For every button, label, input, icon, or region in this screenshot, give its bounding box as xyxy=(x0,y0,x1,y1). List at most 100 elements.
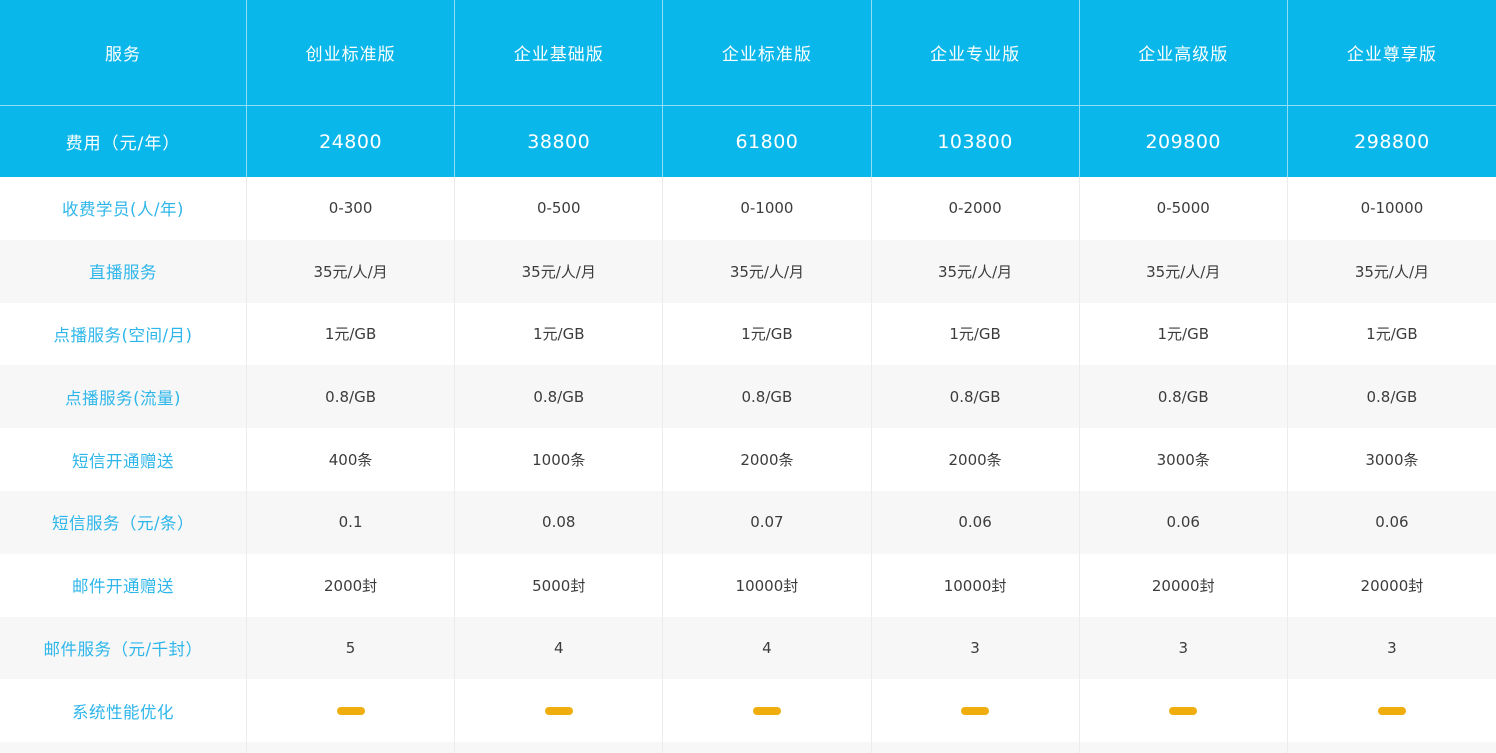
feature-value: 1元/GB xyxy=(872,302,1080,366)
dash-icon xyxy=(961,706,990,715)
feature-row-label: 点播服务(流量) xyxy=(0,365,247,429)
plan-column-header: 企业基础版 xyxy=(455,0,664,106)
feature-value: 35元/人/月 xyxy=(1354,262,1430,281)
plan-header-row: 服务 创业标准版 企业基础版 企业标准版 企业专业版 企业高级版 企业尊享版 xyxy=(0,0,1496,106)
feature-value: 0-300 xyxy=(247,177,456,240)
feature-value: 4 xyxy=(455,616,664,680)
feature-value: 10000封 xyxy=(872,553,1080,617)
feature-value: 3000条 xyxy=(1365,451,1419,470)
price-row-label: 费用（元/年） xyxy=(0,106,247,177)
service-column-header: 服务 xyxy=(0,0,247,106)
feature-row-label: 邮件开通赠送 xyxy=(0,553,247,617)
feature-row-label: 收费学员(人/年) xyxy=(0,177,247,240)
feature-value: 400条 xyxy=(247,428,456,491)
cutoff-row xyxy=(0,742,1496,753)
feature-row: 邮件服务（元/千封） 5 4 4 3 3 3 xyxy=(0,616,1496,680)
feature-row-label: 直播服务 xyxy=(0,239,247,303)
cutoff-cell xyxy=(1288,742,1496,753)
feature-value: 0.06 xyxy=(1080,490,1288,554)
dash-icon xyxy=(1169,706,1198,715)
feature-value: 0-1000 xyxy=(663,177,872,240)
feature-value xyxy=(247,679,456,743)
dash-icon xyxy=(544,706,573,715)
feature-value xyxy=(455,679,664,743)
feature-row-label: 短信开通赠送 xyxy=(0,428,247,491)
feature-value: 0-10000 xyxy=(1360,199,1424,218)
feature-row: 短信服务（元/条） 0.1 0.08 0.07 0.06 0.06 0.06 xyxy=(0,490,1496,554)
feature-value xyxy=(872,679,1080,743)
feature-value: 0.8/GB xyxy=(455,365,664,429)
feature-value: 35元/人/月 xyxy=(1080,239,1288,303)
plan-column-header: 创业标准版 xyxy=(247,0,456,106)
feature-value: 1元/GB xyxy=(1080,302,1288,366)
feature-row: 短信开通赠送 400条 1000条 2000条 2000条 3000条 3000条 xyxy=(0,428,1496,491)
feature-value: 1000条 xyxy=(455,428,664,491)
dash-icon xyxy=(1377,706,1406,715)
feature-value: 3000条 xyxy=(1080,428,1288,491)
feature-value: 35元/人/月 xyxy=(872,239,1080,303)
feature-value: 1元/GB xyxy=(1366,325,1418,344)
feature-value: 10000封 xyxy=(663,553,872,617)
feature-value: 1元/GB xyxy=(247,302,456,366)
feature-row-label: 短信服务（元/条） xyxy=(0,490,247,554)
feature-row: 收费学员(人/年) 0-300 0-500 0-1000 0-2000 0-5000 0-1… xyxy=(0,177,1496,240)
dash-icon xyxy=(336,706,365,715)
cutoff-cell xyxy=(1080,742,1288,753)
feature-row: 邮件开通赠送 2000封 5000封 10000封 10000封 20000封 20000封 xyxy=(0,553,1496,617)
feature-value xyxy=(1080,679,1288,743)
plan-price: 103800 xyxy=(872,106,1080,177)
feature-value: 0.8/GB xyxy=(872,365,1080,429)
feature-value: 0.1 xyxy=(247,490,456,554)
feature-value: 4 xyxy=(663,616,872,680)
cutoff-cell xyxy=(872,742,1080,753)
feature-value: 5000封 xyxy=(455,553,664,617)
price-row: 费用（元/年） 24800 38800 61800 103800 209800 29880… xyxy=(0,106,1496,177)
feature-value: 0.8/GB xyxy=(1080,365,1288,429)
feature-value: 20000封 xyxy=(1080,553,1288,617)
feature-row: 点播服务(流量) 0.8/GB 0.8/GB 0.8/GB 0.8/GB 0.8/GB 0.… xyxy=(0,365,1496,429)
cutoff-cell xyxy=(247,742,456,753)
feature-row-label: 点播服务(空间/月) xyxy=(0,302,247,366)
dash-icon xyxy=(752,706,781,715)
feature-row: 点播服务(空间/月) 1元/GB 1元/GB 1元/GB 1元/GB 1元/GB 1元/GB xyxy=(0,302,1496,366)
cutoff-cell xyxy=(0,742,247,753)
feature-value: 2000封 xyxy=(247,553,456,617)
feature-value: 0.06 xyxy=(1375,513,1409,532)
feature-value: 0.8/GB xyxy=(247,365,456,429)
plan-price: 24800 xyxy=(247,106,456,177)
plan-price: 38800 xyxy=(455,106,664,177)
feature-value: 2000条 xyxy=(663,428,872,491)
feature-value: 0.07 xyxy=(663,490,872,554)
feature-value: 0.06 xyxy=(872,490,1080,554)
feature-value: 1元/GB xyxy=(663,302,872,366)
feature-value: 3 xyxy=(1387,638,1397,657)
pricing-table: 服务 创业标准版 企业基础版 企业标准版 企业专业版 企业高级版 企业尊享版 费用（元/年… xyxy=(0,0,1496,753)
feature-value: 35元/人/月 xyxy=(247,239,456,303)
feature-value: 0-500 xyxy=(455,177,664,240)
feature-value: 20000封 xyxy=(1360,576,1424,595)
feature-value: 5 xyxy=(247,616,456,680)
feature-value: 1元/GB xyxy=(455,302,664,366)
feature-value: 35元/人/月 xyxy=(455,239,664,303)
feature-row-label: 邮件服务（元/千封） xyxy=(0,616,247,680)
feature-value: 3 xyxy=(872,616,1080,680)
feature-row: 系统性能优化 xyxy=(0,679,1496,743)
cutoff-cell xyxy=(663,742,872,753)
plan-price: 61800 xyxy=(663,106,872,177)
feature-value: 35元/人/月 xyxy=(663,239,872,303)
cutoff-cell xyxy=(455,742,664,753)
feature-value xyxy=(1288,679,1496,742)
plan-price: 298800 xyxy=(1354,130,1430,153)
plan-column-header: 企业标准版 xyxy=(663,0,872,106)
plan-column-header: 企业尊享版 xyxy=(1287,0,1496,106)
feature-value: 2000条 xyxy=(872,428,1080,491)
feature-value: 0-2000 xyxy=(872,177,1080,240)
feature-value: 0.8/GB xyxy=(663,365,872,429)
feature-value: 0-5000 xyxy=(1080,177,1288,240)
plan-column-header: 企业专业版 xyxy=(871,0,1080,106)
feature-value: 0.8/GB xyxy=(1366,387,1418,406)
feature-value: 0.08 xyxy=(455,490,664,554)
feature-row: 直播服务 35元/人/月 35元/人/月 35元/人/月 35元/人/月 35元/人/月 3… xyxy=(0,239,1496,303)
feature-row-label: 系统性能优化 xyxy=(0,679,247,743)
feature-value xyxy=(663,679,872,743)
